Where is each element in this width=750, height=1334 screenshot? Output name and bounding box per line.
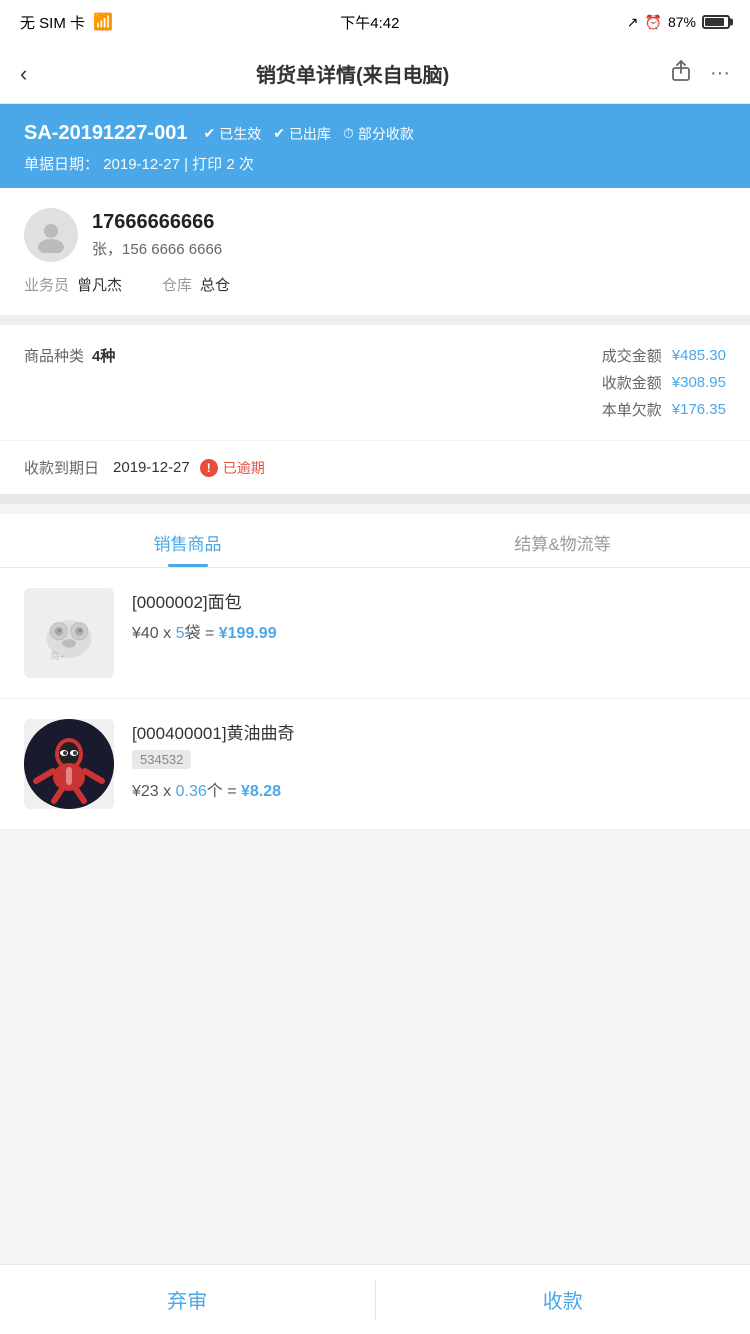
product-item: 鸟+ [0000002]面包 ¥40 x 5袋 = ¥199.99 [0,568,750,699]
status-left: 无 SIM 卡 📶 [20,12,113,33]
tab-sales-products-label: 销售商品 [154,535,222,554]
product-name-2: [000400001]黄油曲奇 [132,719,726,744]
alarm-icon: ⏰ [645,14,662,31]
customer-meta: 业务员 曾凡杰 仓库 总仓 [24,274,726,295]
summary-row: 商品种类 4种 成交金额 ¥485.30 收款金额 ¥308.95 本单欠款 ¥… [24,345,726,420]
deal-amount-value: ¥485.30 [672,347,726,364]
nav-actions: ··· [670,60,730,88]
divider-2 [0,494,750,504]
product-thumbnail-1: 鸟+ [24,588,114,678]
divider-1 [0,315,750,325]
tab-settlement-label: 结算&物流等 [514,535,610,554]
collected-amount-row: 收款金额 ¥308.95 [602,372,726,393]
product-thumbnail-2 [24,719,114,809]
product-types-count: 4种 [92,345,115,366]
product-list: 鸟+ [0000002]面包 ¥40 x 5袋 = ¥199.99 [0,568,750,830]
bottom-bar: 弃审 收款 [0,1264,750,1334]
collected-label: 收款金额 [602,372,662,393]
back-button[interactable]: ‹ [20,53,35,95]
deal-amount-row: 成交金额 ¥485.30 [602,345,726,366]
customer-info: 17666666666 张，156 6666 6666 [92,211,726,259]
cancel-button[interactable]: 弃审 [0,1265,375,1334]
date-label: 单据日期： [24,156,99,173]
product-info-2: [000400001]黄油曲奇 534532 ¥23 x 0.36个 = ¥8.… [132,719,726,801]
product-circle-image [24,719,114,809]
confirm-button[interactable]: 收款 [376,1265,750,1334]
due-section: 收款到期日 2019-12-27 ! 已逾期 [0,440,750,494]
summary-left: 商品种类 4种 [24,345,115,366]
tabs-bar: 销售商品 结算&物流等 [0,514,750,568]
customer-phone: 17666666666 [92,211,726,234]
order-date-row: 单据日期： 2019-12-27 | 打印 2 次 [24,153,726,174]
collected-value: ¥308.95 [672,374,726,391]
battery-icon [702,15,730,29]
status-partial: ⏱ 部分收款 [343,124,414,144]
page-title: 销货单详情(来自电脑) [35,59,670,88]
nav-bar: ‹ 销货单详情(来自电脑) ··· [0,44,750,104]
customer-section: 17666666666 张，156 6666 6666 业务员 曾凡杰 仓库 总… [0,188,750,315]
debt-value: ¥176.35 [672,401,726,418]
status-right: ↗ ⏰ 87% [627,14,730,31]
warehouse-label: 仓库 [162,274,192,295]
print-info: | 打印 2 次 [184,156,254,173]
order-header: SA-20191227-001 ✔ 已生效 ✔ 已出库 ⏱ 部分收款 单据日期：… [0,104,750,188]
deal-amount-label: 成交金额 [602,345,662,366]
sales-rep-label: 业务员 [24,274,69,295]
summary-right: 成交金额 ¥485.30 收款金额 ¥308.95 本单欠款 ¥176.35 [602,345,726,420]
status-shipped-label: 已出库 [289,124,331,144]
overdue-badge: ! 已逾期 [200,458,265,478]
overdue-icon: ! [200,459,218,477]
tabs-section: 销售商品 结算&物流等 鸟+ [0,504,750,830]
customer-name-mobile: 张，156 6666 6666 [92,238,726,259]
sales-rep-value: 曾凡杰 [77,274,122,295]
product-item: [000400001]黄油曲奇 534532 ¥23 x 0.36个 = ¥8.… [0,699,750,830]
check-icon-2: ✔ [273,125,285,142]
avatar [24,208,78,262]
product-info-1: [0000002]面包 ¥40 x 5袋 = ¥199.99 [132,588,726,643]
battery-percent: 87% [668,14,696,30]
status-partial-label: 部分收款 [358,124,414,144]
warehouse-value: 总仓 [200,274,230,295]
product-name-1: [0000002]面包 [132,588,726,613]
status-shipped: ✔ 已出库 [273,124,331,144]
share-icon[interactable] [670,60,692,88]
overdue-text: 已逾期 [223,458,265,478]
status-activated-label: 已生效 [219,124,261,144]
product-tag-2: 534532 [132,750,191,769]
more-icon[interactable]: ··· [710,62,730,85]
due-date-value: 2019-12-27 [113,459,190,476]
order-date: 2019-12-27 [103,156,180,173]
carrier-text: 无 SIM 卡 [20,12,85,33]
location-icon: ↗ [627,14,639,31]
product-types-label: 商品种类 [24,345,84,366]
clock-icon: ⏱ [343,125,354,142]
status-bar: 无 SIM 卡 📶 下午4:42 ↗ ⏰ 87% [0,0,750,44]
product-types: 商品种类 4种 [24,345,115,366]
order-status-badges: ✔ 已生效 ✔ 已出库 ⏱ 部分收款 [203,124,413,144]
check-icon-1: ✔ [203,125,215,142]
status-time: 下午4:42 [340,12,399,33]
debt-amount-row: 本单欠款 ¥176.35 [602,399,726,420]
tab-settlement[interactable]: 结算&物流等 [375,514,750,567]
sales-rep: 业务员 曾凡杰 [24,274,122,295]
warehouse: 仓库 总仓 [162,274,230,295]
due-date-label: 收款到期日 [24,457,99,478]
wifi-icon: 📶 [93,12,113,32]
order-id: SA-20191227-001 [24,122,187,145]
product-price-2: ¥23 x 0.36个 = ¥8.28 [132,777,726,801]
svg-text:鸟+: 鸟+ [50,651,65,662]
product-price-1: ¥40 x 5袋 = ¥199.99 [132,619,726,643]
debt-label: 本单欠款 [602,399,662,420]
summary-section: 商品种类 4种 成交金额 ¥485.30 收款金额 ¥308.95 本单欠款 ¥… [0,325,750,440]
tab-sales-products[interactable]: 销售商品 [0,514,375,567]
status-activated: ✔ 已生效 [203,124,261,144]
customer-row: 17666666666 张，156 6666 6666 [24,208,726,262]
